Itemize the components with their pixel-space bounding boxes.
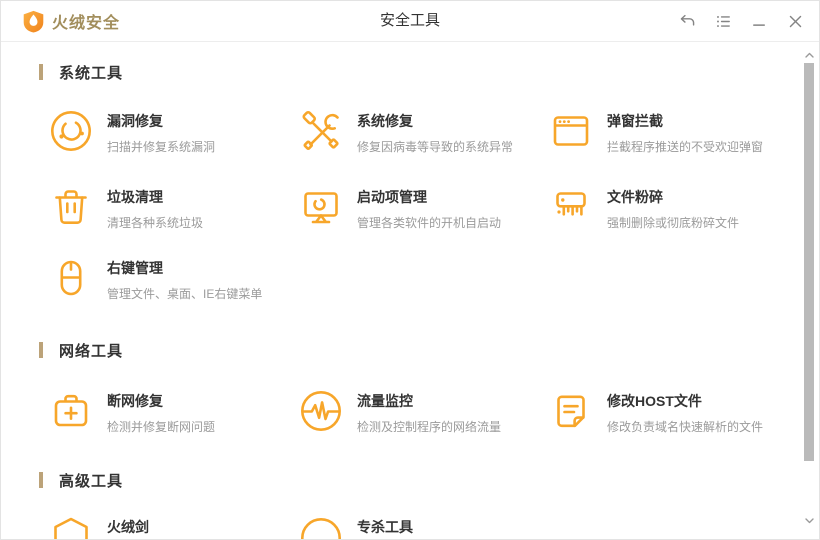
monitor-startup-icon (299, 185, 343, 229)
minimize-button[interactable] (747, 9, 771, 33)
trash-can-icon (49, 185, 93, 229)
tool-title: 专杀工具 (357, 519, 413, 535)
tool-title: 漏洞修复 (107, 113, 163, 129)
tool-row: 断网修复 检测并修复断网问题 流量监控 检测及控制程序的网络流量 修改HOST文… (49, 389, 795, 435)
tool-desc: 清理各种系统垃圾 (107, 216, 204, 230)
tool-vulnerability-repair[interactable]: 漏洞修复 扫描并修复系统漏洞 (49, 109, 299, 155)
close-icon (786, 12, 805, 31)
tool-traffic-monitor[interactable]: 流量监控 检测及控制程序的网络流量 (299, 389, 549, 435)
tool-desc: 修复因病毒等导致的系统异常 (357, 140, 514, 154)
first-aid-kit-icon (49, 389, 93, 433)
tool-title: 流量监控 (357, 393, 413, 409)
tool-row: 漏洞修复 扫描并修复系统漏洞 系统修复 修复因病毒等导致的系统异常 弹窗拦截 拦… (49, 109, 795, 155)
tool-title: 修改HOST文件 (607, 393, 702, 409)
tool-desc: 管理文件、桌面、IE右键菜单 (107, 287, 263, 301)
vulnerability-scan-icon (49, 109, 93, 153)
tool-row: 垃圾清理 清理各种系统垃圾 启动项管理 管理各类软件的开机自启动 文件粉碎 强制… (49, 185, 795, 231)
menu-button[interactable] (711, 9, 735, 33)
scroll-up-button[interactable] (804, 51, 814, 59)
titlebar: 火绒安全 安全工具 (1, 1, 819, 42)
minimize-icon (750, 12, 769, 31)
app-window: 火绒安全 安全工具 系统工具 漏洞修复 扫描并修复系统漏洞 系统修复 修复因病毒… (0, 0, 820, 540)
tool-desc: 管理各类软件的开机自启动 (357, 216, 502, 230)
tool-title: 启动项管理 (357, 189, 427, 205)
tool-junk-clean[interactable]: 垃圾清理 清理各种系统垃圾 (49, 185, 299, 231)
section-header-system-tools: 系统工具 (39, 63, 124, 82)
tool-title: 断网修复 (107, 393, 163, 409)
section-title: 网络工具 (59, 342, 124, 360)
tool-host-file[interactable]: 修改HOST文件 修改负责域名快速解析的文件 (549, 389, 795, 435)
back-arrow-icon (678, 12, 697, 31)
scroll-down-button[interactable] (804, 517, 814, 525)
close-button[interactable] (783, 9, 807, 33)
section-accent-bar (39, 472, 43, 488)
tool-popup-block[interactable]: 弹窗拦截 拦截程序推送的不受欢迎弹窗 (549, 109, 795, 155)
section-title: 系统工具 (59, 64, 124, 82)
tool-title: 垃圾清理 (107, 189, 163, 205)
circle-tool-icon (299, 515, 343, 539)
section-title: 高级工具 (59, 472, 124, 490)
tool-title: 右键管理 (107, 260, 163, 276)
tool-special-kill[interactable]: 专杀工具 (299, 515, 795, 539)
file-shredder-icon (549, 185, 593, 229)
chevron-up-icon (804, 52, 814, 58)
scrollbar-thumb[interactable] (804, 63, 814, 461)
tools-panel: 系统工具 漏洞修复 扫描并修复系统漏洞 系统修复 修复因病毒等导致的系统异常 弹… (1, 41, 819, 539)
tool-network-repair[interactable]: 断网修复 检测并修复断网问题 (49, 389, 299, 435)
tool-title: 系统修复 (357, 113, 413, 129)
tool-startup-manager[interactable]: 启动项管理 管理各类软件的开机自启动 (299, 185, 549, 231)
section-accent-bar (39, 64, 43, 80)
system-repair-icon (299, 109, 343, 153)
tool-title: 弹窗拦截 (607, 113, 663, 129)
tool-context-menu-manager[interactable]: 右键管理 管理文件、桌面、IE右键菜单 (49, 256, 795, 302)
tool-system-repair[interactable]: 系统修复 修复因病毒等导致的系统异常 (299, 109, 549, 155)
tool-desc: 修改负责域名快速解析的文件 (607, 420, 764, 434)
popup-window-icon (549, 109, 593, 153)
mouse-icon (49, 256, 93, 300)
section-accent-bar (39, 342, 43, 358)
back-button[interactable] (675, 9, 699, 33)
tool-desc: 扫描并修复系统漏洞 (107, 140, 216, 154)
tool-file-shredder[interactable]: 文件粉碎 强制删除或彻底粉碎文件 (549, 185, 795, 231)
section-header-network-tools: 网络工具 (39, 341, 124, 360)
tool-desc: 检测并修复断网问题 (107, 420, 216, 434)
section-header-advanced-tools: 高级工具 (39, 471, 124, 490)
window-controls (675, 1, 807, 41)
tool-desc: 检测及控制程序的网络流量 (357, 420, 502, 434)
tool-huorong-sword[interactable]: 火绒剑 (49, 515, 299, 539)
tool-title: 文件粉碎 (607, 189, 663, 205)
tool-desc: 拦截程序推送的不受欢迎弹窗 (607, 140, 764, 154)
menu-list-icon (714, 12, 733, 31)
pulse-circle-icon (299, 389, 343, 433)
tool-desc: 强制删除或彻底粉碎文件 (607, 216, 740, 230)
chevron-down-icon (804, 518, 814, 524)
host-file-icon (549, 389, 593, 433)
shield-sword-icon (49, 515, 93, 539)
tool-row: 右键管理 管理文件、桌面、IE右键菜单 (49, 256, 795, 302)
tool-row: 火绒剑 专杀工具 (49, 515, 795, 539)
tool-title: 火绒剑 (107, 519, 149, 535)
